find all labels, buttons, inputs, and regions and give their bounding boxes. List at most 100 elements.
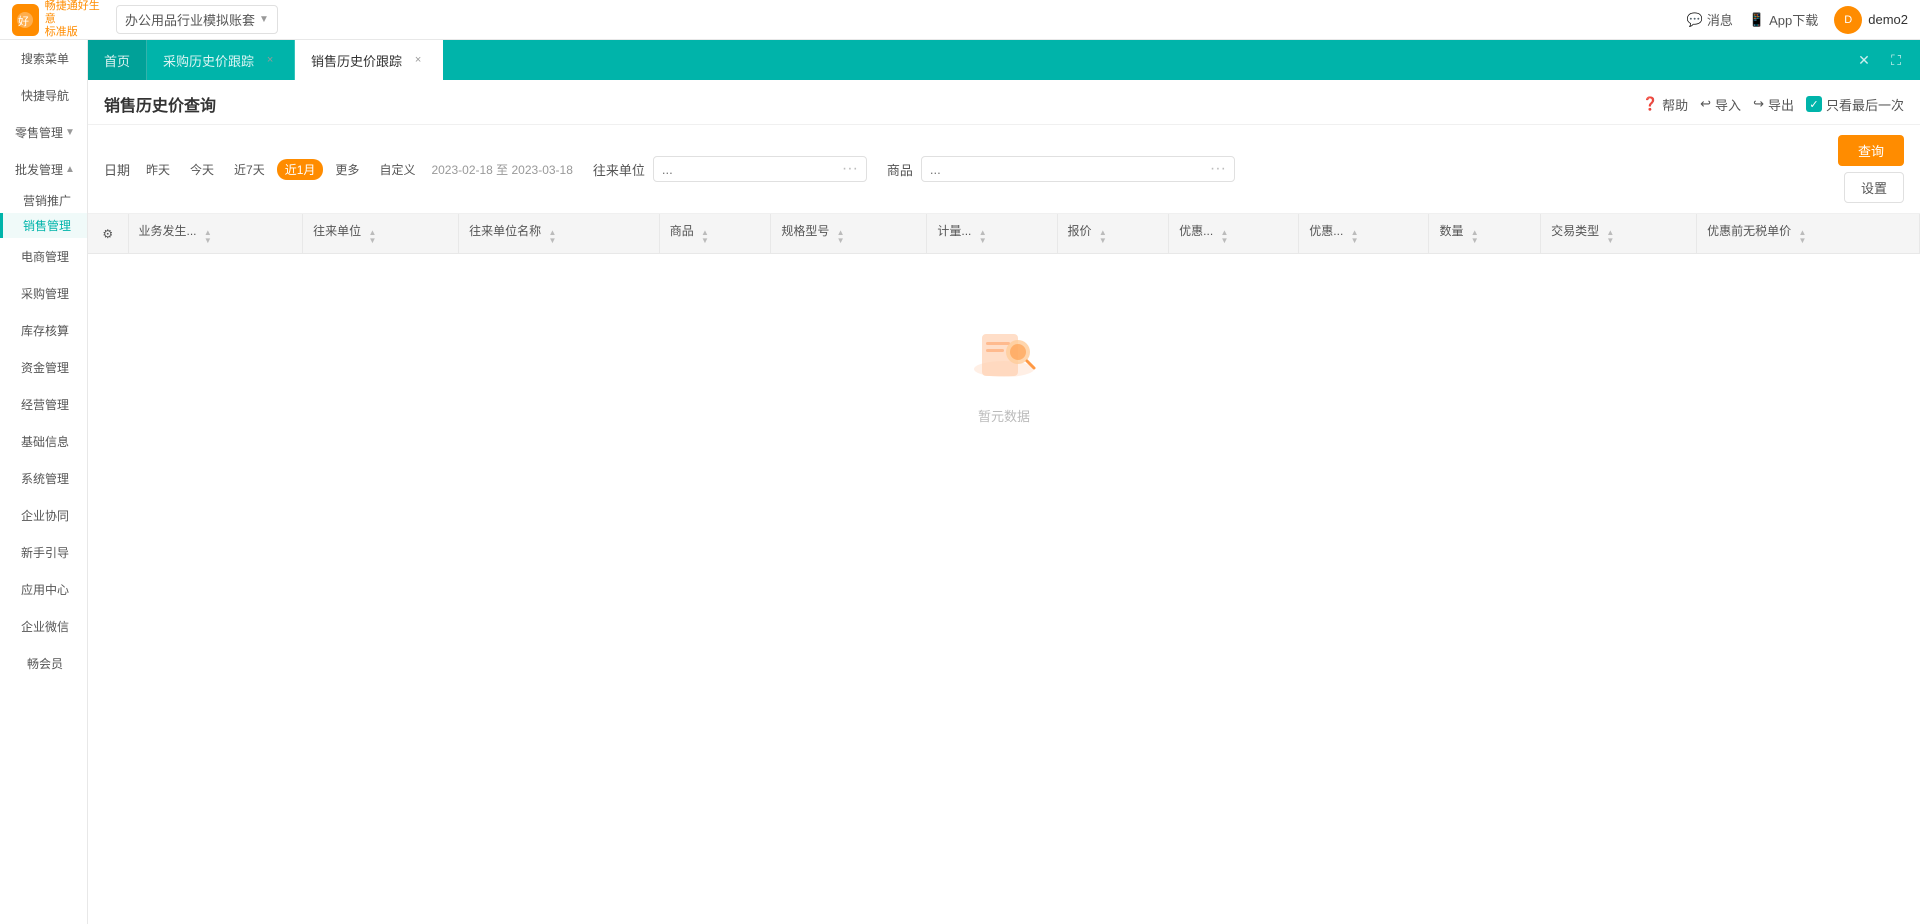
col-discount1[interactable]: 优惠... ▲▼ [1169, 214, 1299, 254]
date-filter-label: 日期 [104, 160, 130, 179]
page-header-actions: ❓ 帮助 ↩ 导入 ↪ 导出 只看最后一次 [1642, 95, 1904, 114]
data-table: ⚙ 业务发生... ▲▼ 往来单位 ▲▼ 往来单位名称 [88, 214, 1920, 254]
date-btn-7days[interactable]: 近7天 [226, 159, 273, 180]
sidebar-item-app-center[interactable]: 应用中心 [0, 571, 87, 608]
workspace-name: 办公用品行业模拟账套 [125, 10, 255, 29]
col-spec[interactable]: 规格型号 ▲▼ [771, 214, 927, 254]
col-quoted-price[interactable]: 报价 ▲▼ [1057, 214, 1169, 254]
date-btn-today[interactable]: 今天 [182, 159, 222, 180]
tab-sales-history-label: 销售历史价跟踪 [311, 51, 402, 70]
col-trade-type-label: 交易类型 [1551, 224, 1599, 238]
message-btn[interactable]: 💬 消息 [1687, 10, 1733, 29]
col-quantity-label: 数量 [1439, 224, 1463, 238]
sidebar-item-search-menu[interactable]: 搜索菜单 [0, 40, 87, 77]
tab-bar: 首页 采购历史价跟踪 × 销售历史价跟踪 × ✕ ⛶ [88, 40, 1920, 80]
product-filter-input[interactable] [930, 162, 1210, 177]
settings-icon[interactable]: ⚙ [102, 227, 113, 241]
tab-sales-history-close[interactable]: × [410, 52, 426, 68]
tab-sales-history[interactable]: 销售历史价跟踪 × [295, 40, 443, 80]
import-btn[interactable]: ↩ 导入 [1700, 95, 1741, 114]
col-partner-code-label: 往来单位 [313, 224, 361, 238]
export-icon: ↪ [1753, 96, 1764, 112]
sidebar-item-inventory[interactable]: 库存核算 [0, 312, 87, 349]
app-download-label: App下载 [1769, 10, 1818, 29]
col-partner-name[interactable]: 往来单位名称 ▲▼ [459, 214, 660, 254]
col-product[interactable]: 商品 ▲▼ [659, 214, 771, 254]
workspace-chevron: ▼ [259, 14, 269, 25]
username: demo2 [1868, 12, 1908, 27]
tab-home[interactable]: 首页 [88, 40, 147, 80]
col-discount2[interactable]: 优惠... ▲▼ [1299, 214, 1429, 254]
partner-filter-input[interactable] [662, 162, 842, 177]
page-header: 销售历史价查询 ❓ 帮助 ↩ 导入 ↪ 导出 [88, 80, 1920, 125]
sort-arrows-biz-date: ▲▼ [204, 229, 212, 245]
message-label: 消息 [1707, 10, 1733, 29]
sidebar-label-wholesale-mgmt: 批发管理 [15, 161, 63, 178]
sidebar-item-wholesale-mgmt[interactable]: 批发管理 ▲ [0, 151, 87, 188]
col-pretax-price-label: 优惠前无税单价 [1707, 224, 1791, 238]
col-partner-code[interactable]: 往来单位 ▲▼ [303, 214, 459, 254]
sort-arrows-discount2: ▲▼ [1351, 229, 1359, 245]
avatar: D [1834, 6, 1862, 34]
sidebar-item-finance-mgmt[interactable]: 资金管理 [0, 349, 87, 386]
sidebar-item-purchase-mgmt[interactable]: 采购管理 [0, 275, 87, 312]
settings-btn[interactable]: 设置 [1844, 172, 1904, 203]
sidebar-item-retail-mgmt[interactable]: 零售管理 ▼ [0, 114, 87, 151]
import-icon: ↩ [1700, 96, 1711, 112]
sidebar-label-sales-mgmt: 销售管理 [23, 217, 71, 234]
col-unit-label: 计量... [937, 224, 971, 238]
tab-purchase-history[interactable]: 采购历史价跟踪 × [147, 40, 295, 80]
query-btn[interactable]: 查询 [1838, 135, 1904, 166]
workspace-selector[interactable]: 办公用品行业模拟账套 ▼ [116, 5, 278, 34]
col-quantity[interactable]: 数量 ▲▼ [1429, 214, 1541, 254]
help-icon: ❓ [1642, 96, 1658, 112]
chevron-down-icon: ▼ [65, 127, 75, 138]
tab-purchase-history-label: 采购历史价跟踪 [163, 51, 254, 70]
sidebar-item-ops-mgmt[interactable]: 经营管理 [0, 386, 87, 423]
top-bar: 好 畅捷通好生意 标准版 办公用品行业模拟账套 ▼ 💬 消息 📱 App下载 D… [0, 0, 1920, 40]
col-biz-date-label: 业务发生... [139, 224, 197, 238]
sidebar-label-search-menu: 搜索菜单 [21, 50, 69, 67]
date-btn-yesterday[interactable]: 昨天 [138, 159, 178, 180]
date-btn-1month[interactable]: 近1月 [277, 159, 324, 180]
sidebar-item-new-guide[interactable]: 新手引导 [0, 534, 87, 571]
export-label: 导出 [1768, 95, 1794, 114]
sidebar-item-enterprise-collab[interactable]: 企业协同 [0, 497, 87, 534]
sidebar-label-basic-info: 基础信息 [21, 433, 69, 450]
col-trade-type[interactable]: 交易类型 ▲▼ [1541, 214, 1697, 254]
sidebar-item-system-mgmt[interactable]: 系统管理 [0, 460, 87, 497]
product-filter-input-wrapper[interactable]: ··· [921, 156, 1235, 182]
sidebar-item-vip[interactable]: 畅会员 [0, 645, 87, 682]
top-bar-right: 💬 消息 📱 App下载 D demo2 [1687, 6, 1908, 34]
help-btn[interactable]: ❓ 帮助 [1642, 95, 1688, 114]
only-last-checkbox[interactable] [1806, 96, 1822, 112]
logo-area: 好 畅捷通好生意 标准版 [12, 0, 100, 39]
sidebar-item-basic-info[interactable]: 基础信息 [0, 423, 87, 460]
sort-arrows-quoted-price: ▲▼ [1099, 229, 1107, 245]
close-tab-btn[interactable]: ✕ [1852, 48, 1876, 72]
col-biz-date[interactable]: 业务发生... ▲▼ [128, 214, 303, 254]
sidebar-item-quick-nav[interactable]: 快捷导航 [0, 77, 87, 114]
table-header-row: ⚙ 业务发生... ▲▼ 往来单位 ▲▼ 往来单位名称 [88, 214, 1920, 254]
tab-purchase-history-close[interactable]: × [262, 52, 278, 68]
app-download-btn[interactable]: 📱 App下载 [1749, 10, 1818, 29]
sidebar-item-ecom-mgmt[interactable]: 电商管理 [0, 238, 87, 275]
partner-filter-input-wrapper[interactable]: ··· [653, 156, 867, 182]
col-settings[interactable]: ⚙ [88, 214, 128, 254]
date-btn-more[interactable]: 更多 [327, 159, 367, 180]
sidebar-item-enterprise-wechat[interactable]: 企业微信 [0, 608, 87, 645]
sidebar-item-marketing[interactable]: 营销推广 [0, 188, 87, 213]
sort-arrows-unit: ▲▼ [979, 229, 987, 245]
sort-arrows-product: ▲▼ [701, 229, 709, 245]
product-input-dots: ··· [1210, 160, 1226, 178]
export-btn[interactable]: ↪ 导出 [1753, 95, 1794, 114]
col-pretax-price[interactable]: 优惠前无税单价 ▲▼ [1697, 214, 1920, 254]
only-last-wrapper[interactable]: 只看最后一次 [1806, 95, 1904, 114]
user-area[interactable]: D demo2 [1834, 6, 1908, 34]
maximize-btn[interactable]: ⛶ [1884, 48, 1908, 72]
sidebar-item-sales-mgmt[interactable]: 销售管理 [0, 213, 87, 238]
date-filter-group: 日期 昨天 今天 近7天 近1月 更多 自定义 2023-02-18 至 202… [104, 159, 573, 180]
date-btn-custom[interactable]: 自定义 [371, 159, 423, 180]
col-unit[interactable]: 计量... ▲▼ [927, 214, 1057, 254]
sidebar-label-vip: 畅会员 [27, 655, 63, 672]
